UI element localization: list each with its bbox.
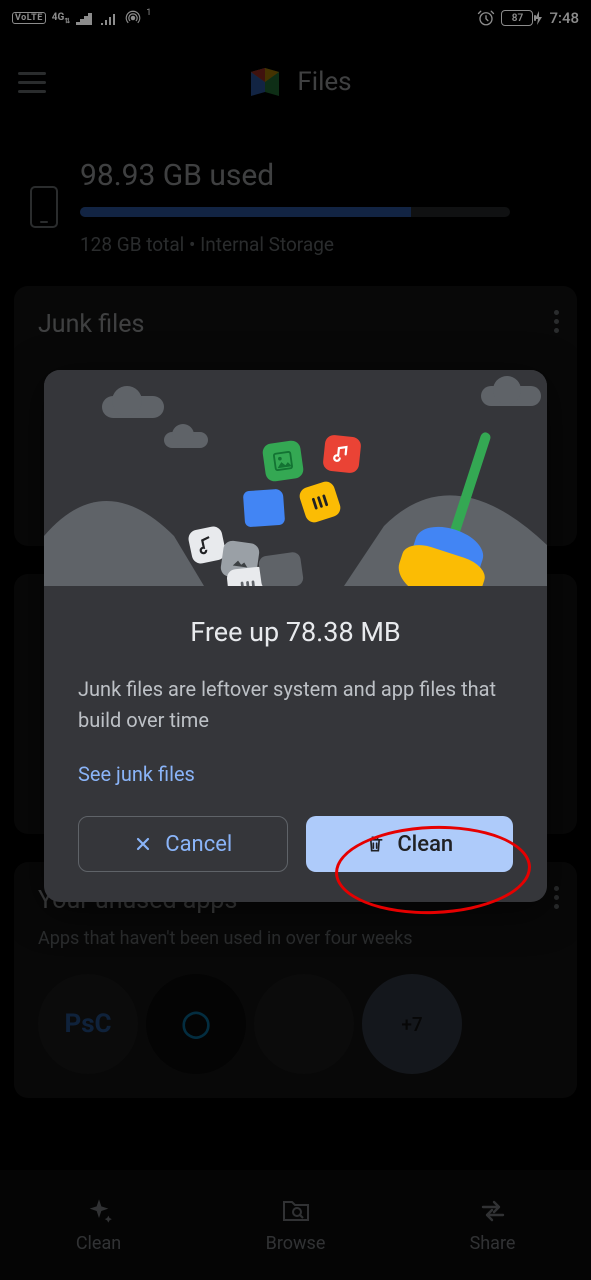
dialog-description: Junk files are leftover system and app f…	[78, 674, 513, 736]
clean-button[interactable]: Clean	[306, 816, 514, 872]
clean-label: Clean	[397, 832, 453, 857]
cancel-label: Cancel	[165, 832, 232, 857]
close-icon	[133, 834, 153, 854]
trash-icon	[365, 834, 385, 854]
cancel-button[interactable]: Cancel	[78, 816, 288, 872]
see-junk-files-link[interactable]: See junk files	[78, 762, 195, 786]
thumb-icon	[258, 551, 304, 586]
music-tile-icon	[322, 434, 362, 474]
lines-tile-icon	[297, 479, 342, 524]
broom-icon	[448, 431, 492, 539]
dialog-illustration	[44, 370, 547, 586]
folder-tile-icon	[243, 489, 285, 528]
image-tile-icon	[262, 440, 305, 483]
clean-dialog: Free up 78.38 MB Junk files are leftover…	[44, 370, 547, 902]
dialog-title: Free up 78.38 MB	[78, 616, 513, 648]
